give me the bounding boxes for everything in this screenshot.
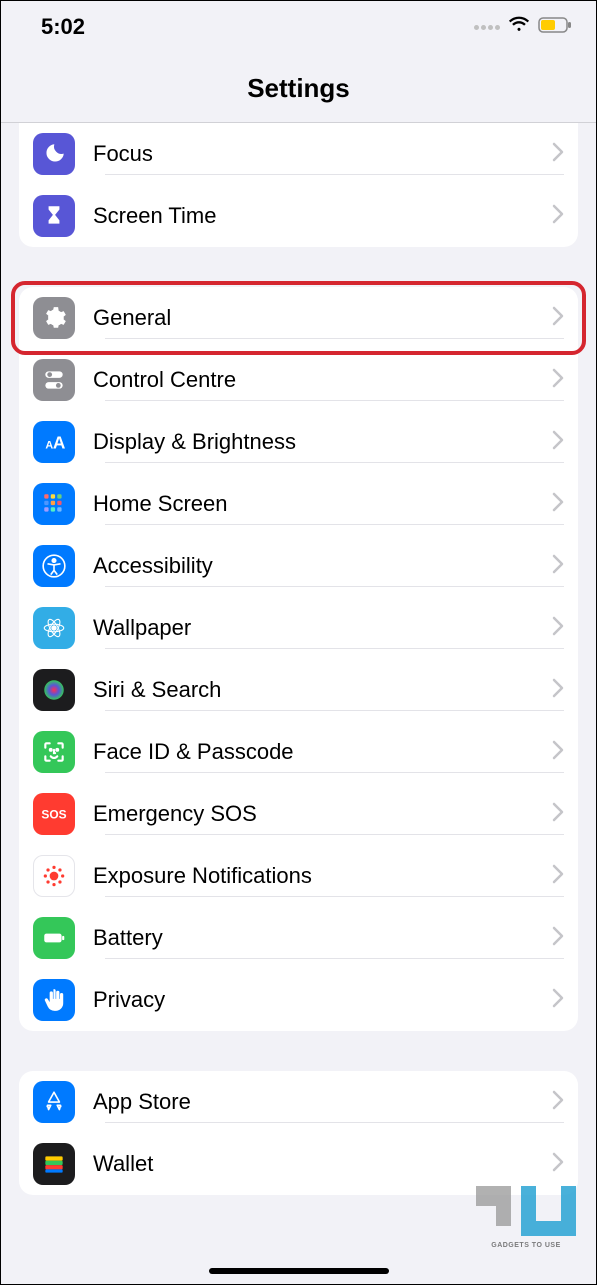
settings-row-control-centre[interactable]: Control Centre: [19, 349, 578, 411]
battery-icon: [538, 16, 572, 39]
row-label-face-id-passcode: Face ID & Passcode: [93, 739, 552, 765]
home-indicator[interactable]: [209, 1268, 389, 1274]
chevron-right-icon: [552, 430, 564, 455]
siri-icon: [33, 669, 75, 711]
accessibility-icon: [33, 545, 75, 587]
wifi-icon: [508, 14, 530, 41]
page-title: Settings: [1, 73, 596, 104]
face-id-icon: [33, 731, 75, 773]
settings-row-display-brightness[interactable]: AA Display & Brightness: [19, 411, 578, 473]
settings-row-face-id-passcode[interactable]: Face ID & Passcode: [19, 721, 578, 783]
chevron-right-icon: [552, 864, 564, 889]
battery-icon: [33, 917, 75, 959]
settings-row-battery[interactable]: Battery: [19, 907, 578, 969]
row-label-display-brightness: Display & Brightness: [93, 429, 552, 455]
chevron-right-icon: [552, 616, 564, 641]
row-label-home-screen: Home Screen: [93, 491, 552, 517]
row-label-battery: Battery: [93, 925, 552, 951]
switches-icon: [33, 359, 75, 401]
settings-group-personal: Focus Screen Time: [19, 123, 578, 247]
chevron-right-icon: [552, 142, 564, 167]
row-label-siri-search: Siri & Search: [93, 677, 552, 703]
watermark: GADGETS TO USE: [466, 1171, 586, 1256]
apps-grid-icon: [33, 483, 75, 525]
row-label-accessibility: Accessibility: [93, 553, 552, 579]
settings-row-general[interactable]: General: [19, 287, 578, 349]
hand-icon: [33, 979, 75, 1021]
chevron-right-icon: [552, 492, 564, 517]
moon-icon: [33, 133, 75, 175]
settings-content[interactable]: FocusScreen Time GeneralControl CentreAA…: [1, 123, 596, 1195]
svg-text:GADGETS TO USE: GADGETS TO USE: [491, 1242, 561, 1249]
row-label-control-centre: Control Centre: [93, 367, 552, 393]
hourglass-icon: [33, 195, 75, 237]
settings-row-app-store[interactable]: App Store: [19, 1071, 578, 1133]
chevron-right-icon: [552, 306, 564, 331]
chevron-right-icon: [552, 368, 564, 393]
chevron-right-icon: [552, 802, 564, 827]
row-label-app-store: App Store: [93, 1089, 552, 1115]
screen: 5:02 Settings Focus Screen Time General Co…: [1, 1, 596, 1284]
settings-row-focus[interactable]: Focus: [19, 123, 578, 185]
gear-icon: [33, 297, 75, 339]
row-label-screen-time: Screen Time: [93, 203, 552, 229]
settings-row-home-screen[interactable]: Home Screen: [19, 473, 578, 535]
settings-row-emergency-sos[interactable]: SOS Emergency SOS: [19, 783, 578, 845]
settings-row-screen-time[interactable]: Screen Time: [19, 185, 578, 247]
chevron-right-icon: [552, 678, 564, 703]
chevron-right-icon: [552, 1090, 564, 1115]
flower-icon: [33, 607, 75, 649]
settings-group-system: General Control Centre AA Display & Brightn…: [19, 287, 578, 1031]
row-label-exposure-notifications: Exposure Notifications: [93, 863, 552, 889]
svg-text:SOS: SOS: [41, 807, 66, 821]
chevron-right-icon: [552, 988, 564, 1013]
app-store-icon: [33, 1081, 75, 1123]
chevron-right-icon: [552, 204, 564, 229]
status-time: 5:02: [41, 14, 85, 40]
row-label-wallpaper: Wallpaper: [93, 615, 552, 641]
chevron-right-icon: [552, 554, 564, 579]
settings-row-accessibility[interactable]: Accessibility: [19, 535, 578, 597]
text-size-icon: AA: [33, 421, 75, 463]
settings-row-exposure-notifications[interactable]: Exposure Notifications: [19, 845, 578, 907]
row-label-emergency-sos: Emergency SOS: [93, 801, 552, 827]
settings-row-wallpaper[interactable]: Wallpaper: [19, 597, 578, 659]
settings-row-siri-search[interactable]: Siri & Search: [19, 659, 578, 721]
exposure-icon: [33, 855, 75, 897]
status-icons: [474, 14, 572, 41]
settings-row-privacy[interactable]: Privacy: [19, 969, 578, 1031]
row-label-general: General: [93, 305, 552, 331]
page-header: Settings: [1, 53, 596, 123]
chevron-right-icon: [552, 740, 564, 765]
chevron-right-icon: [552, 926, 564, 951]
svg-text:A: A: [53, 433, 66, 453]
cellular-icon: [474, 25, 500, 30]
wallet-icon: [33, 1143, 75, 1185]
row-label-focus: Focus: [93, 141, 552, 167]
status-bar: 5:02: [1, 1, 596, 53]
row-label-privacy: Privacy: [93, 987, 552, 1013]
sos-icon: SOS: [33, 793, 75, 835]
